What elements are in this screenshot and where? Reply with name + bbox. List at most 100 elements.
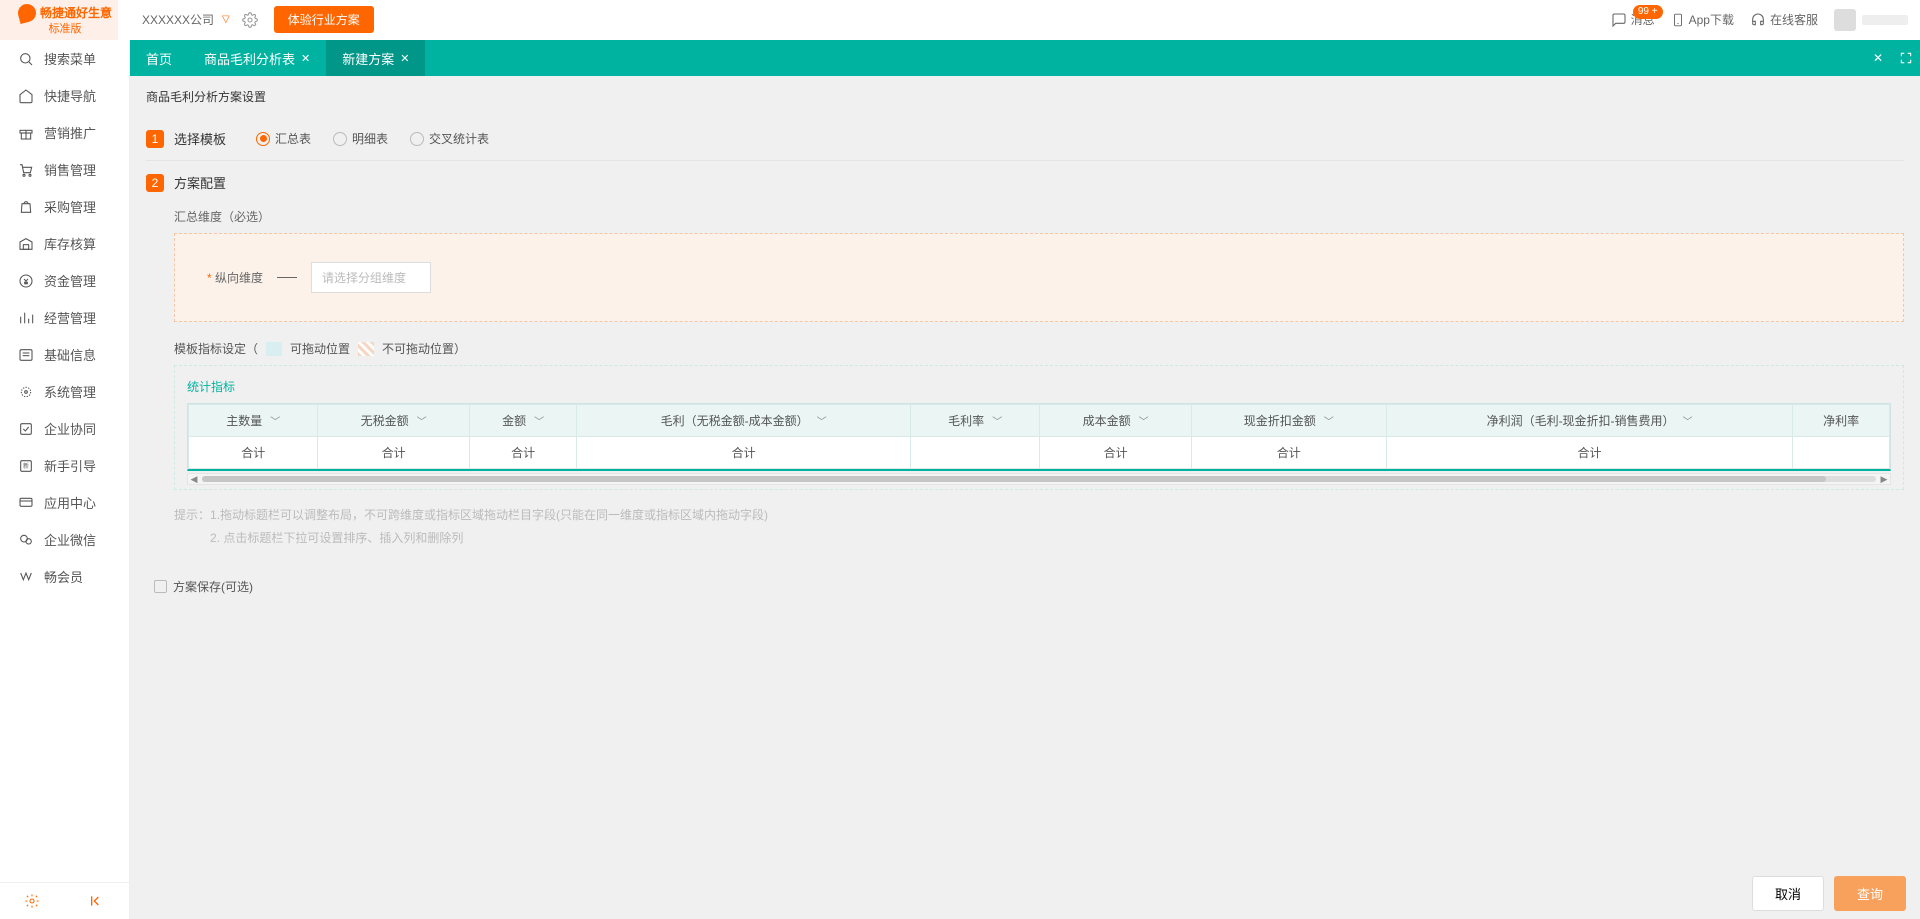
sidebar-item-appcenter[interactable]: 应用中心 [0, 484, 129, 521]
sidebar-item-system[interactable]: 系统管理 [0, 373, 129, 410]
user-area[interactable] [1834, 9, 1908, 31]
messages-badge: 99 + [1633, 5, 1663, 19]
chevron-down-icon: ﹀ [417, 413, 427, 428]
chevron-down-icon: ﹀ [992, 413, 1002, 428]
sidebar-collapse-button[interactable] [65, 883, 130, 919]
scroll-right-icon[interactable]: ▶ [1878, 474, 1890, 485]
col-header[interactable]: 成本金额﹀ [1040, 405, 1191, 437]
sidebar-item-guide[interactable]: 新新手引导 [0, 447, 129, 484]
sidebar-item-funds[interactable]: 资金管理 [0, 262, 129, 299]
col-header[interactable]: 现金折扣金额﹀ [1191, 405, 1386, 437]
step1-number: 1 [146, 130, 164, 148]
gift-icon [18, 125, 34, 141]
sidebar-item-baseinfo[interactable]: 基础信息 [0, 336, 129, 373]
sidebar-item-inventory[interactable]: 库存核算 [0, 225, 129, 262]
wechat-icon [18, 532, 34, 548]
warehouse-icon [18, 236, 34, 252]
legend-row: 模板指标设定（ 可拖动位置 不可拖动位置） [174, 340, 1904, 357]
sidebar: 搜索菜单 快捷导航 营销推广 销售管理 采购管理 库存核算 资金管理 经营管理 … [0, 40, 130, 919]
home-icon [18, 88, 34, 104]
dimension-section-label: 汇总维度（必选） [174, 208, 1904, 225]
query-button[interactable]: 查询 [1834, 876, 1906, 911]
svg-text:新: 新 [23, 462, 29, 470]
cart-icon [18, 162, 34, 178]
scroll-left-icon[interactable]: ◀ [188, 474, 200, 485]
online-service-link[interactable]: 在线客服 [1750, 11, 1818, 28]
chevron-down-icon: ﹀ [1683, 413, 1693, 428]
apps-icon [18, 495, 34, 511]
metrics-title: 统计指标 [187, 378, 1891, 395]
cancel-button[interactable]: 取消 [1752, 876, 1824, 911]
chevron-down-icon: ▽ [222, 14, 230, 25]
search-icon [18, 51, 34, 67]
sidebar-item-sales[interactable]: 销售管理 [0, 151, 129, 188]
required-mark: * 纵向维度 [207, 269, 263, 286]
horizontal-scrollbar[interactable]: ◀ ▶ [187, 473, 1891, 485]
col-header[interactable]: 毛利率﹀ [910, 405, 1039, 437]
step1-row: 1 选择模板 汇总表 明细表 交叉统计表 [146, 117, 1904, 160]
radio-icon [333, 132, 347, 146]
hints-text: 提示：1.拖动标题栏可以调整布局，不可跨维度或指标区域拖动栏目字段(只能在同一维… [174, 490, 1904, 550]
phone-icon [1671, 12, 1685, 28]
company-name: XXXXXX公司 [142, 11, 214, 28]
col-header[interactable]: 毛利（无税金额-成本金额）﹀ [577, 405, 911, 437]
logo-area: 畅捷通好生意 标准版 [0, 0, 118, 40]
step2-number: 2 [146, 174, 164, 192]
vip-icon [18, 569, 34, 585]
sidebar-item-collab[interactable]: 企业协同 [0, 410, 129, 447]
step1-label: 选择模板 [174, 129, 226, 148]
col-header[interactable]: 净利润（毛利-现金折扣-销售费用）﹀ [1386, 405, 1793, 437]
tabbar: 首页 商品毛利分析表✕ 新建方案✕ ✕ [130, 40, 1920, 76]
col-header[interactable]: 净利率 [1793, 405, 1890, 437]
sidebar-item-business[interactable]: 经营管理 [0, 299, 129, 336]
headset-icon [1750, 12, 1766, 28]
col-header[interactable]: 金额﹀ [469, 405, 577, 437]
radio-icon [256, 132, 270, 146]
guide-icon: 新 [18, 458, 34, 474]
close-icon[interactable]: ✕ [301, 52, 310, 65]
chevron-down-icon: ﹀ [534, 413, 544, 428]
message-icon [1611, 12, 1627, 28]
experience-button[interactable]: 体验行业方案 [274, 6, 374, 33]
dimension-box: * 纵向维度 请选择分组维度 [174, 233, 1904, 322]
chevron-down-icon: ﹀ [1139, 413, 1149, 428]
list-icon [18, 347, 34, 363]
app-download-link[interactable]: App下载 [1671, 11, 1734, 28]
main-panel: 首页 商品毛利分析表✕ 新建方案✕ ✕ 商品毛利分析方案设置 1 选择模板 汇总… [130, 40, 1920, 919]
fullscreen-button[interactable] [1892, 40, 1920, 76]
dimension-input[interactable]: 请选择分组维度 [311, 262, 431, 293]
checkbox-icon[interactable] [154, 580, 167, 593]
radio-cross[interactable]: 交叉统计表 [410, 130, 489, 147]
messages-link[interactable]: 消息 99 + [1611, 11, 1655, 28]
radio-summary[interactable]: 汇总表 [256, 130, 311, 147]
scroll-track[interactable] [202, 476, 1876, 482]
col-header[interactable]: 无税金额﹀ [318, 405, 469, 437]
close-all-tabs-button[interactable]: ✕ [1864, 40, 1892, 76]
tab-new-plan[interactable]: 新建方案✕ [326, 40, 425, 76]
sidebar-item-wechat[interactable]: 企业微信 [0, 521, 129, 558]
chevron-down-icon: ﹀ [1324, 413, 1334, 428]
tab-analysis[interactable]: 商品毛利分析表✕ [188, 40, 326, 76]
close-icon[interactable]: ✕ [400, 52, 409, 65]
save-option-row[interactable]: 方案保存(可选) [146, 560, 1904, 613]
radio-icon [410, 132, 424, 146]
bag-icon [18, 199, 34, 215]
avatar-icon [1834, 9, 1856, 31]
company-selector[interactable]: XXXXXX公司 ▽ [142, 11, 230, 28]
sidebar-item-purchase[interactable]: 采购管理 [0, 188, 129, 225]
chevron-down-icon: ﹀ [817, 413, 827, 428]
col-header[interactable]: 主数量﹀ [189, 405, 318, 437]
settings-icon [18, 384, 34, 400]
tab-home[interactable]: 首页 [130, 40, 188, 76]
legend-draggable-swatch [266, 342, 282, 356]
header: 畅捷通好生意 标准版 XXXXXX公司 ▽ 体验行业方案 消息 99 + App… [0, 0, 1920, 40]
gear-icon[interactable] [242, 12, 258, 28]
sidebar-item-marketing[interactable]: 营销推广 [0, 114, 129, 151]
radio-detail[interactable]: 明细表 [333, 130, 388, 147]
scroll-thumb[interactable] [202, 476, 1826, 482]
chart-icon [18, 310, 34, 326]
sidebar-settings-button[interactable] [0, 883, 65, 919]
sidebar-item-member[interactable]: 畅会员 [0, 558, 129, 595]
sidebar-item-search[interactable]: 搜索菜单 [0, 40, 129, 77]
sidebar-item-quicknav[interactable]: 快捷导航 [0, 77, 129, 114]
